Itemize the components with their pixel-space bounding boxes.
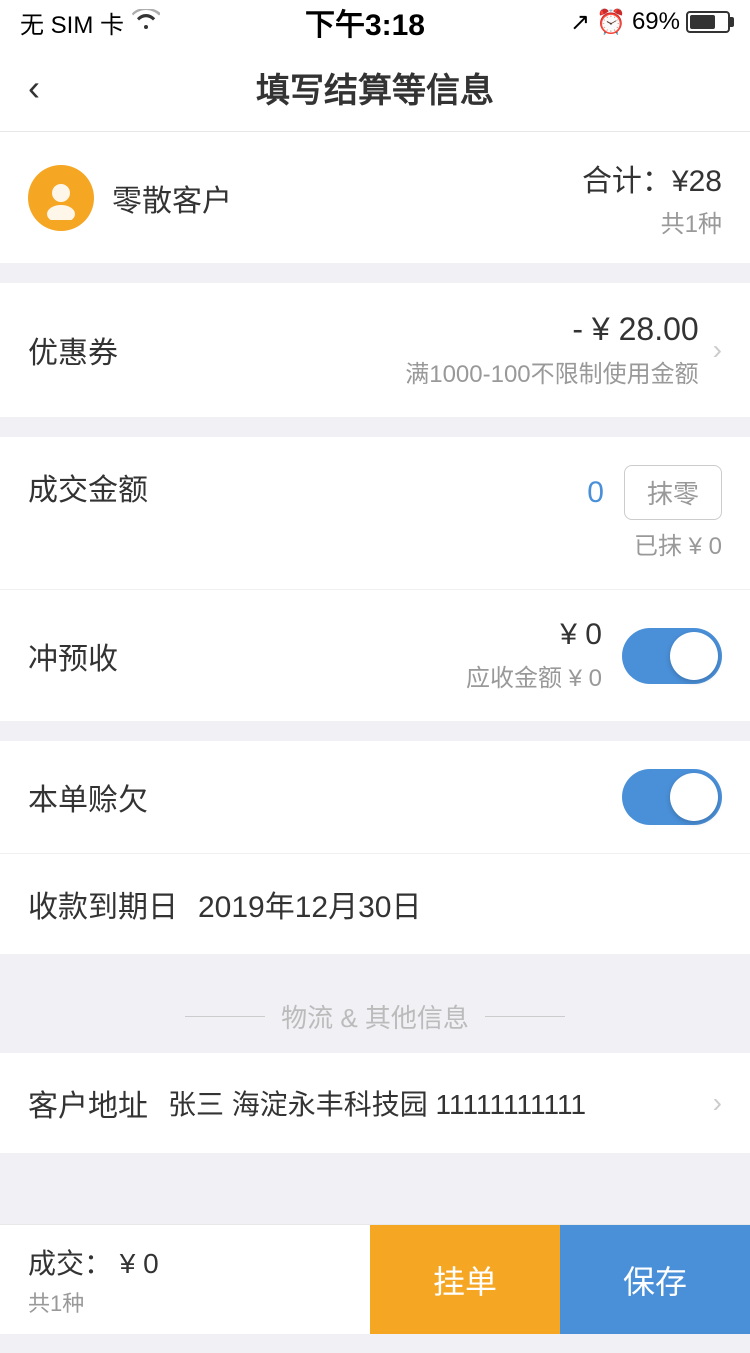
status-right: ↗ ⏰ 69% xyxy=(570,8,730,37)
hang-button[interactable]: 挂单 xyxy=(370,1225,560,1334)
coupon-discount: - ¥ 28.00 xyxy=(405,311,698,348)
transaction-label: 成交金额 xyxy=(28,465,148,509)
transaction-right: 0 抹零 已抹 ¥ 0 xyxy=(587,465,722,561)
coupon-chevron: › xyxy=(713,334,722,366)
prepayment-amounts: ¥ 0 应收金额 ¥ 0 xyxy=(466,618,602,693)
divider-2 xyxy=(0,417,750,437)
total-amount: 合计：¥28 xyxy=(582,156,722,200)
save-button[interactable]: 保存 xyxy=(560,1225,750,1334)
nav-bar: ‹ 填写结算等信息 xyxy=(0,44,750,132)
coupon-values: - ¥ 28.00 满1000-100不限制使用金额 xyxy=(405,311,698,389)
bottom-bar: 成交： ¥ 0 共1种 挂单 保存 xyxy=(0,1224,750,1334)
status-left: 无 SIM 卡 xyxy=(20,5,160,40)
prepayment-row: 冲预收 ¥ 0 应收金额 ¥ 0 xyxy=(0,589,750,721)
debt-row: 本单赊欠 xyxy=(0,741,750,853)
wifi-icon xyxy=(132,8,160,36)
debt-label: 本单赊欠 xyxy=(28,775,148,819)
carrier-text: 无 SIM 卡 xyxy=(20,5,124,40)
customer-row: 零散客户 合计：¥28 共1种 xyxy=(0,132,750,263)
prepayment-label: 冲预收 xyxy=(28,634,118,678)
address-row[interactable]: 客户地址 张三 海淀永丰科技园 11111111111 › xyxy=(0,1053,750,1153)
bottom-summary-top: 成交： ¥ 0 xyxy=(28,1242,342,1282)
coupon-right: - ¥ 28.00 满1000-100不限制使用金额 › xyxy=(405,311,722,389)
prepayment-toggle[interactable] xyxy=(622,628,722,684)
logistics-label: 物流 & 其他信息 xyxy=(185,998,565,1035)
nav-title: 填写结算等信息 xyxy=(256,63,494,112)
divider-4 xyxy=(0,954,750,974)
logistics-section: 物流 & 其他信息 xyxy=(0,974,750,1053)
time-display: 下午3:18 xyxy=(305,0,425,44)
due-date-value: 2019年12月30日 xyxy=(198,882,421,926)
status-bar: 无 SIM 卡 下午3:18 ↗ ⏰ 69% xyxy=(0,0,750,44)
debt-card: 本单赊欠 收款到期日 2019年12月30日 xyxy=(0,741,750,954)
debt-toggle[interactable] xyxy=(622,769,722,825)
customer-right: 合计：¥28 共1种 xyxy=(582,156,722,239)
coupon-card: 优惠券 - ¥ 28.00 满1000-100不限制使用金额 › xyxy=(0,283,750,417)
address-card: 客户地址 张三 海淀永丰科技园 11111111111 › xyxy=(0,1053,750,1153)
alarm-icon: ⏰ xyxy=(596,8,626,37)
transaction-sub: 已抹 ¥ 0 xyxy=(634,526,722,561)
round-zero-button[interactable]: 抹零 xyxy=(624,465,722,520)
address-label: 客户地址 xyxy=(28,1081,148,1125)
due-date-label: 收款到期日 xyxy=(28,882,178,926)
customer-name: 零散客户 xyxy=(112,176,232,220)
transaction-row: 成交金额 0 抹零 已抹 ¥ 0 xyxy=(0,437,750,589)
total-count: 共1种 xyxy=(582,204,722,239)
bottom-summary: 成交： ¥ 0 共1种 xyxy=(0,1225,370,1334)
prepayment-sub: 应收金额 ¥ 0 xyxy=(466,658,602,693)
customer-left: 零散客户 xyxy=(28,165,232,231)
address-value: 张三 海淀永丰科技园 11111111111 xyxy=(168,1083,713,1123)
location-icon: ↗ xyxy=(570,8,590,37)
coupon-row[interactable]: 优惠券 - ¥ 28.00 满1000-100不限制使用金额 › xyxy=(0,283,750,417)
bottom-summary-sub: 共1种 xyxy=(28,1286,342,1318)
transaction-card: 成交金额 0 抹零 已抹 ¥ 0 冲预收 ¥ 0 应收金额 ¥ 0 xyxy=(0,437,750,721)
back-button[interactable]: ‹ xyxy=(28,67,40,109)
prepayment-right: ¥ 0 应收金额 ¥ 0 xyxy=(466,618,722,693)
transaction-value[interactable]: 0 xyxy=(587,476,604,510)
battery-percent: 69% xyxy=(632,8,680,36)
transaction-controls: 0 抹零 xyxy=(587,465,722,520)
date-row: 收款到期日 2019年12月30日 xyxy=(0,853,750,954)
battery-icon xyxy=(686,11,730,33)
coupon-sub: 满1000-100不限制使用金额 xyxy=(405,354,698,389)
coupon-label: 优惠券 xyxy=(28,328,118,372)
customer-avatar xyxy=(28,165,94,231)
divider-3 xyxy=(0,721,750,741)
divider-1 xyxy=(0,263,750,283)
prepayment-amount: ¥ 0 xyxy=(466,618,602,652)
address-chevron: › xyxy=(713,1087,722,1119)
